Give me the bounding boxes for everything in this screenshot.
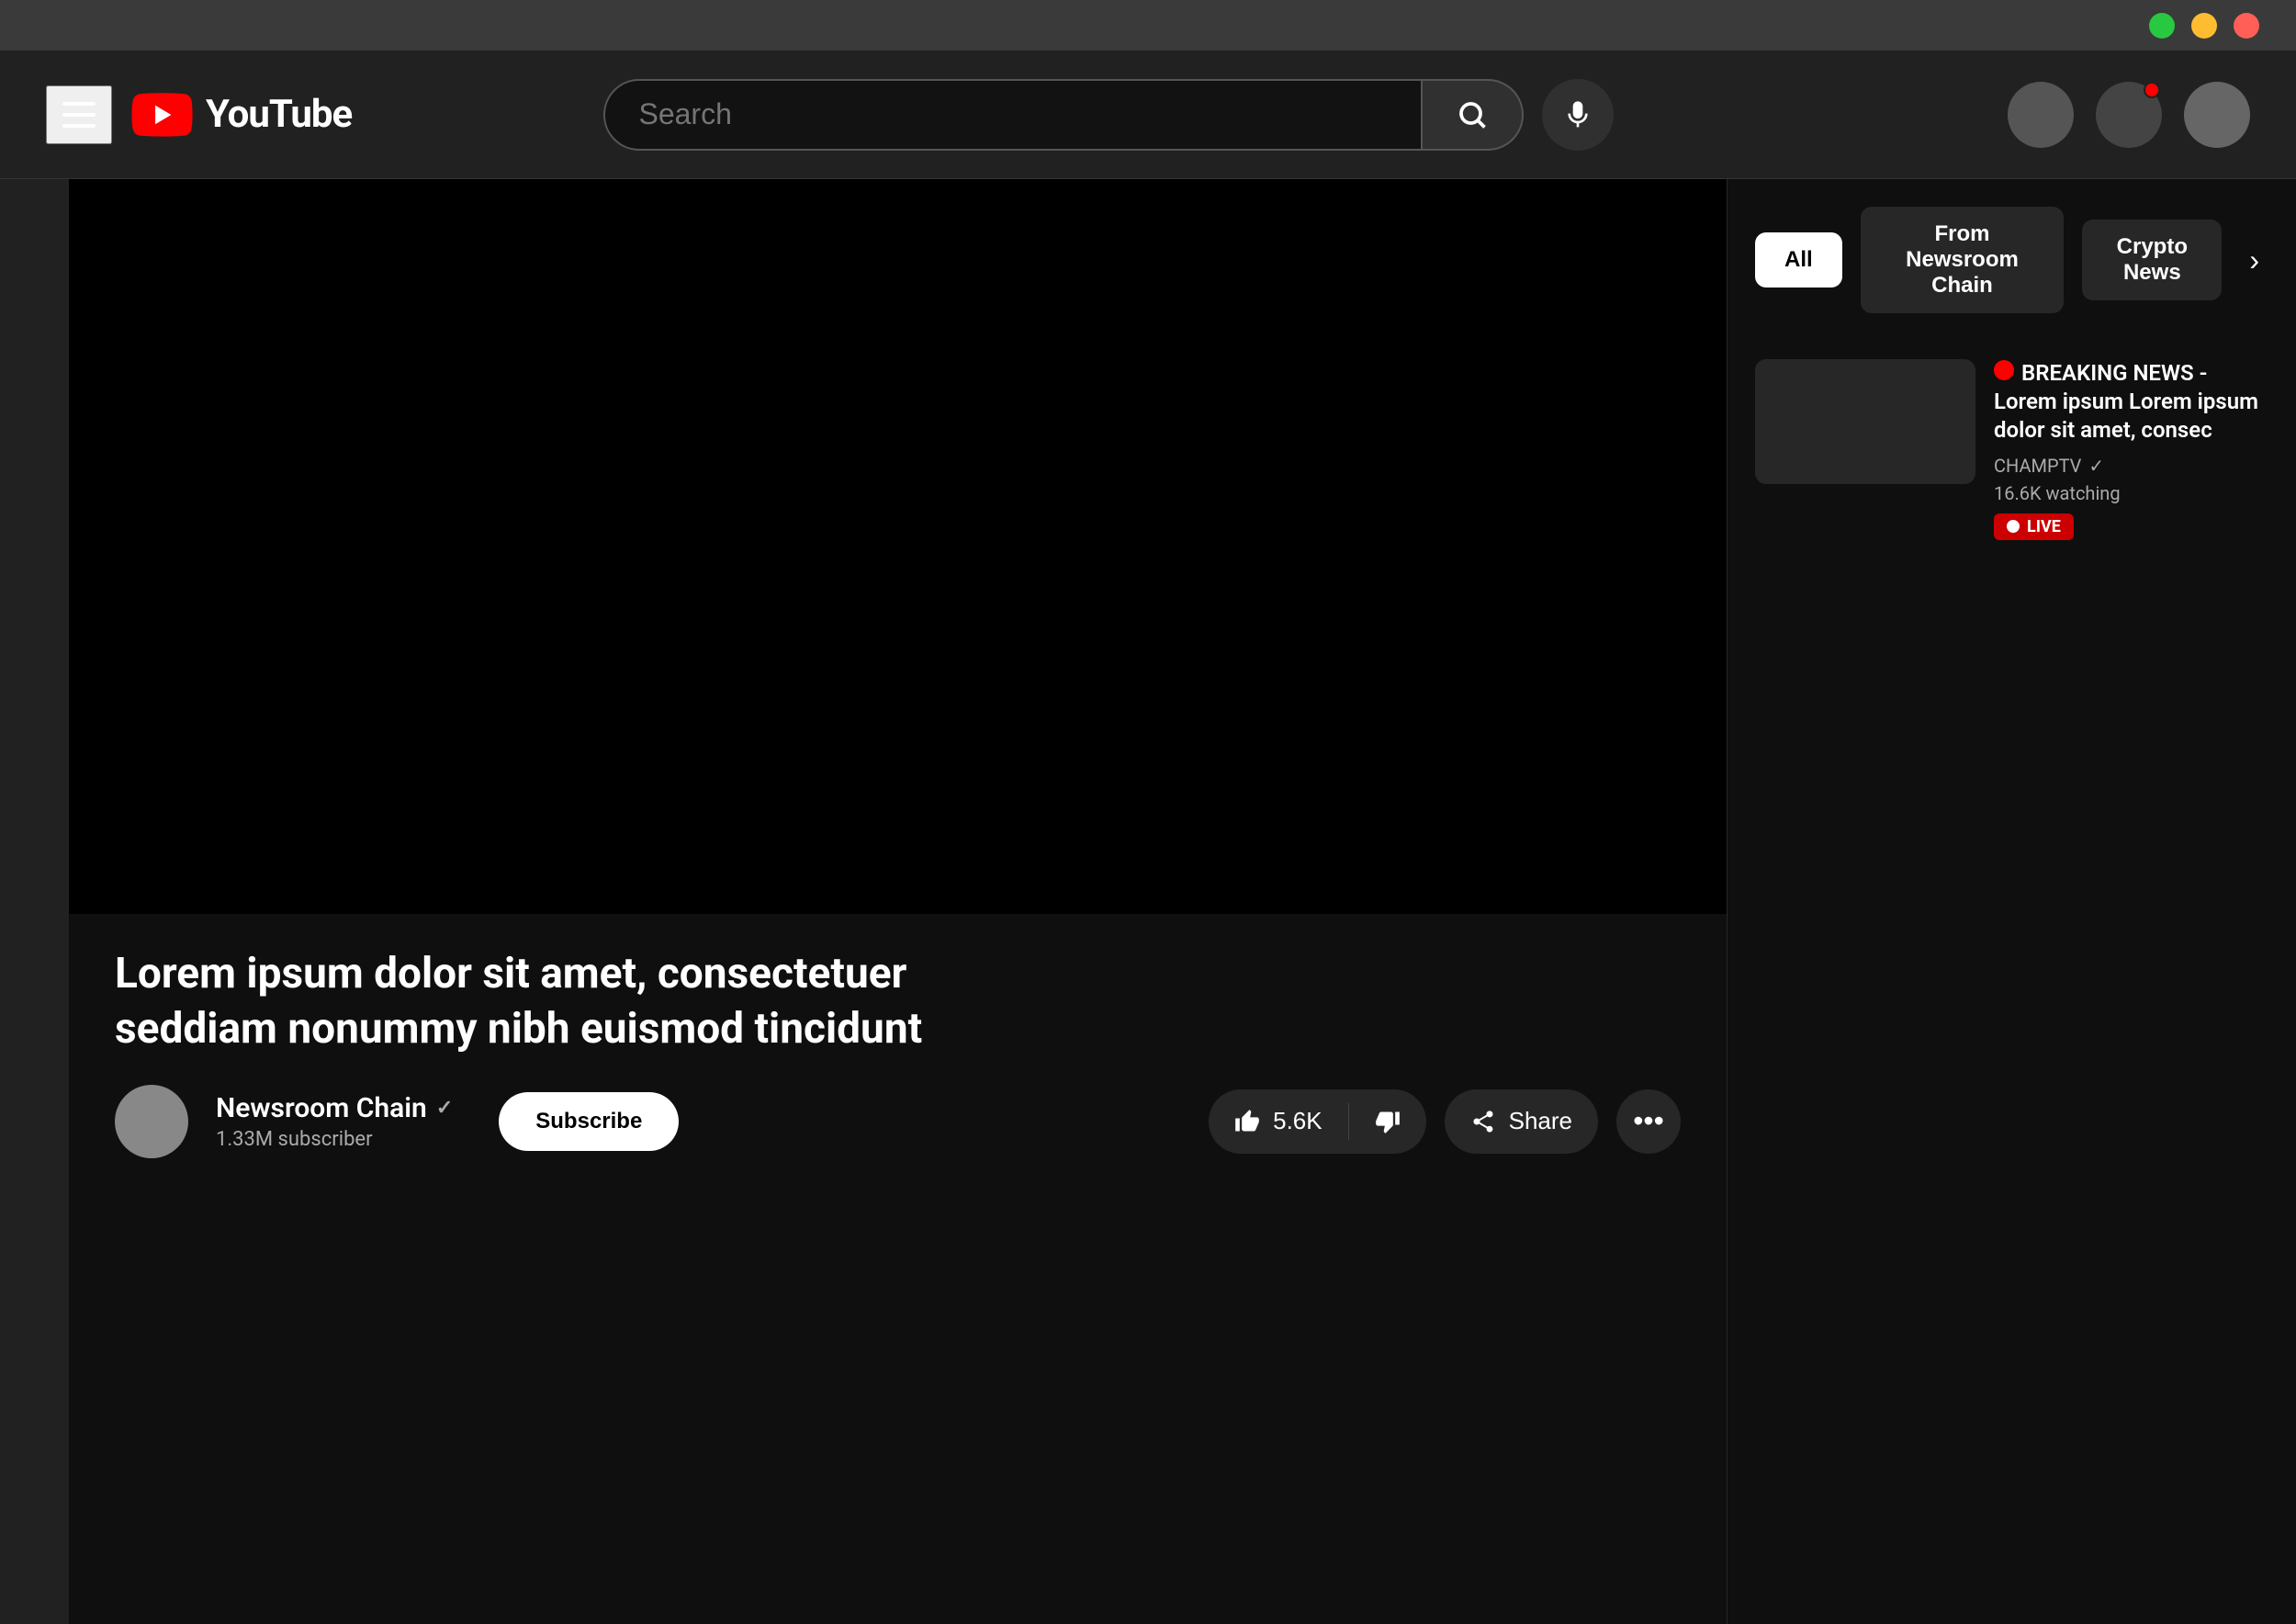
thumbs-down-icon: [1375, 1109, 1401, 1134]
logo-text: YouTube: [206, 92, 352, 137]
sidebar: [0, 179, 69, 1624]
filter-chips: All From Newsroom Chain Crypto News ›: [1728, 207, 2296, 341]
live-badge: LIVE: [1994, 513, 2074, 540]
hamburger-button[interactable]: [46, 85, 112, 144]
chip-from-newsroom[interactable]: From Newsroom Chain: [1861, 207, 2065, 313]
avatar-1[interactable]: [2008, 82, 2074, 148]
right-sidebar: All From Newsroom Chain Crypto News › BR…: [1727, 179, 2296, 1624]
search-icon: [1456, 98, 1489, 131]
video-section: Lorem ipsum dolor sit amet, consectetuer…: [69, 179, 1727, 1624]
more-dots: •••: [1633, 1104, 1664, 1138]
thumbs-up-icon: [1234, 1109, 1260, 1134]
traffic-light-yellow[interactable]: [2191, 13, 2217, 39]
share-button[interactable]: Share: [1445, 1089, 1598, 1154]
traffic-light-green[interactable]: [2149, 13, 2175, 39]
avatar-3[interactable]: [2184, 82, 2250, 148]
subscribe-button[interactable]: Subscribe: [499, 1092, 679, 1151]
channel-row: Newsroom Chain ✓ 1.33M subscriber Subscr…: [115, 1085, 1681, 1158]
video-title: Lorem ipsum dolor sit amet, consectetuer…: [115, 947, 941, 1057]
dislike-button[interactable]: [1349, 1089, 1426, 1154]
mic-button[interactable]: [1542, 79, 1614, 151]
search-area: [603, 79, 1614, 151]
channel-info: Newsroom Chain ✓ 1.33M subscriber: [216, 1092, 453, 1151]
search-input[interactable]: [605, 81, 1421, 149]
subscriber-count: 1.33M subscriber: [216, 1128, 453, 1151]
share-icon: [1470, 1109, 1496, 1134]
title-bar: [0, 0, 2296, 51]
notification-dot: [2144, 82, 2160, 98]
live-label: LIVE: [2027, 517, 2061, 536]
share-label: Share: [1509, 1107, 1572, 1135]
rec-thumbnail: [1755, 359, 1975, 484]
search-input-wrap: [603, 79, 1423, 151]
verified-icon: ✓: [436, 1097, 453, 1120]
like-button[interactable]: 5.6K: [1209, 1089, 1348, 1154]
header-right: [2008, 82, 2250, 148]
avatar-notif-wrapper: [2096, 82, 2162, 148]
youtube-logo[interactable]: YouTube: [130, 92, 352, 137]
breaking-dot: [1994, 360, 2014, 380]
rec-info: BREAKING NEWS - Lorem ipsum Lorem ipsum …: [1994, 359, 2268, 540]
rec-watching: 16.6K watching: [1994, 482, 2268, 504]
video-info: Lorem ipsum dolor sit amet, consectetuer…: [69, 914, 1727, 1158]
mic-icon: [1563, 100, 1593, 130]
chip-all[interactable]: All: [1755, 232, 1842, 288]
rec-channel: CHAMPTV ✓: [1994, 455, 2268, 477]
live-dot: [2007, 520, 2020, 533]
main-content: Lorem ipsum dolor sit amet, consectetuer…: [0, 179, 2296, 1624]
chip-crypto-news[interactable]: Crypto News: [2082, 220, 2222, 300]
rec-title: BREAKING NEWS - Lorem ipsum Lorem ipsum …: [1994, 359, 2268, 445]
chip-next-button[interactable]: ›: [2240, 243, 2268, 277]
youtube-icon: [130, 93, 193, 137]
channel-name: Newsroom Chain ✓: [216, 1092, 453, 1124]
search-button[interactable]: [1423, 79, 1524, 151]
like-count: 5.6K: [1273, 1107, 1322, 1135]
traffic-light-red[interactable]: [2234, 13, 2259, 39]
channel-avatar[interactable]: [115, 1085, 188, 1158]
header: YouTube: [0, 51, 2296, 179]
action-buttons: 5.6K Share: [1209, 1089, 1681, 1154]
video-player[interactable]: [69, 179, 1727, 914]
rec-verified-icon: ✓: [2088, 455, 2104, 477]
like-dislike-pill: 5.6K: [1209, 1089, 1426, 1154]
rec-video-item[interactable]: BREAKING NEWS - Lorem ipsum Lorem ipsum …: [1728, 341, 2296, 558]
more-button[interactable]: •••: [1616, 1089, 1681, 1154]
